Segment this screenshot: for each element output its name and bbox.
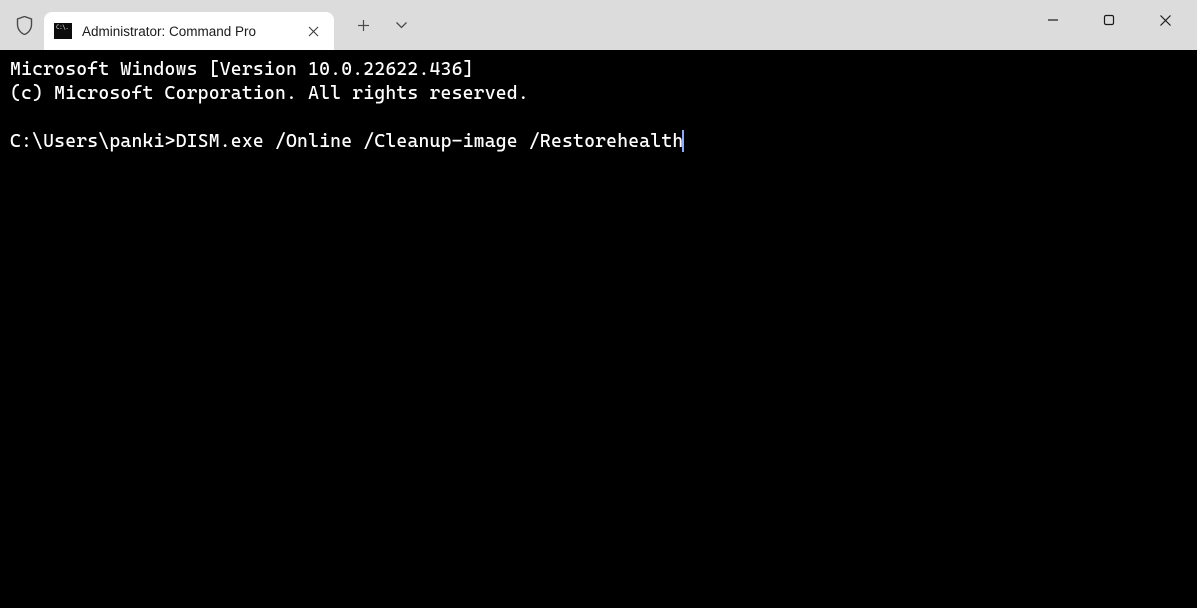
terminal-blank-line (10, 106, 1187, 130)
terminal-output-line: Microsoft Windows [Version 10.0.22622.43… (10, 58, 1187, 82)
terminal-output-line: (c) Microsoft Corporation. All rights re… (10, 82, 1187, 106)
tab-active[interactable]: C:\. Administrator: Command Pro (44, 12, 334, 50)
tab-dropdown-button[interactable] (382, 9, 420, 41)
tab-title: Administrator: Command Pro (82, 24, 294, 39)
terminal-area[interactable]: Microsoft Windows [Version 10.0.22622.43… (0, 50, 1197, 608)
minimize-button[interactable] (1025, 0, 1081, 40)
tab-close-button[interactable] (304, 22, 322, 40)
titlebar: C:\. Administrator: Command Pro (0, 0, 1197, 50)
close-button[interactable] (1137, 0, 1193, 40)
window-controls (1025, 0, 1193, 50)
new-tab-button[interactable] (344, 9, 382, 41)
command-text: DISM.exe /Online /Cleanup-image /Restore… (176, 131, 684, 152)
cmd-icon: C:\. (54, 23, 72, 39)
terminal-prompt-line: C:\Users\panki>DISM.exe /Online /Cleanup… (10, 130, 1187, 154)
tab-toolbar (344, 0, 420, 50)
shield-icon (4, 0, 44, 50)
cursor-icon (682, 130, 684, 152)
prompt-text: C:\Users\panki> (10, 131, 176, 152)
maximize-button[interactable] (1081, 0, 1137, 40)
